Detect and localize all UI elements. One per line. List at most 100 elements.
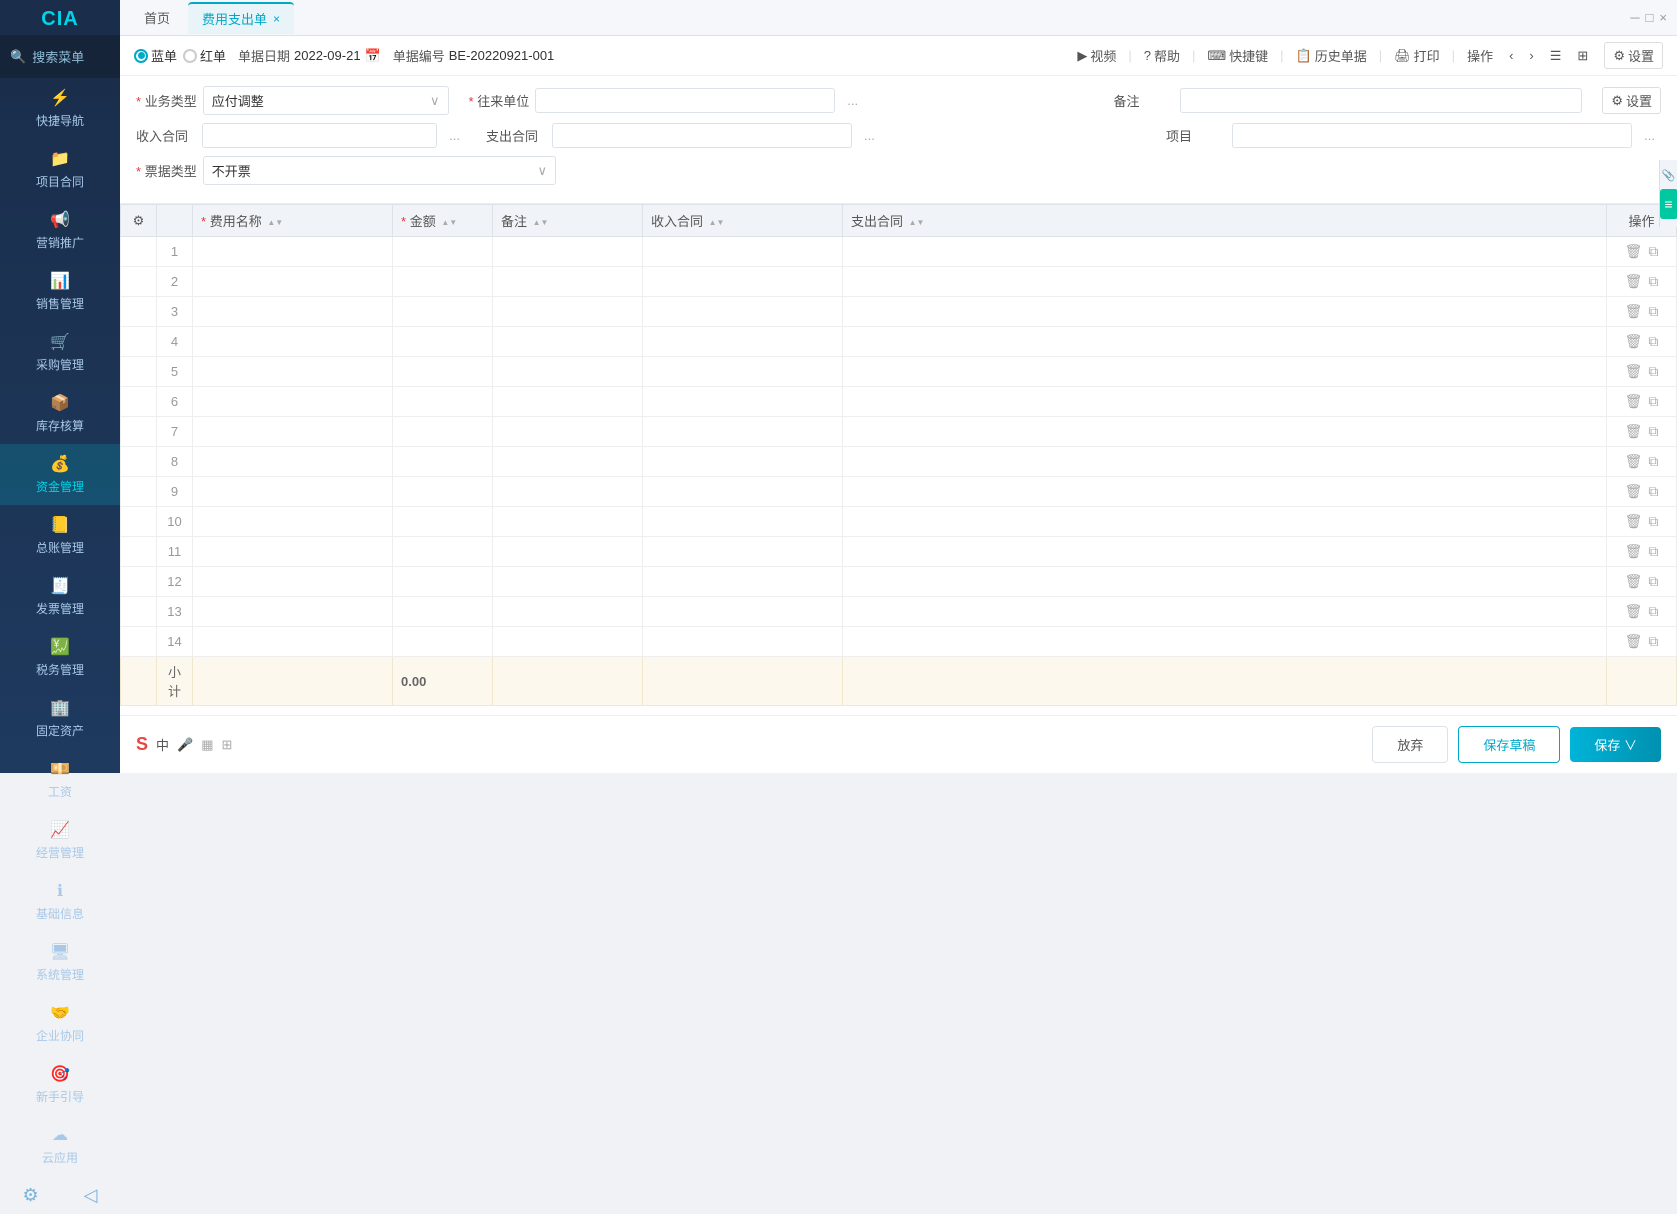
sidebar-item-purchase[interactable]: 🛒 采购管理 <box>0 322 120 383</box>
amount-cell[interactable] <box>393 237 493 267</box>
expense-contract-cell[interactable] <box>843 297 1607 327</box>
settings-button[interactable]: ⚙ 设置 <box>1604 42 1663 69</box>
project-input[interactable] <box>1232 123 1632 148</box>
delete-icon[interactable]: 🗑 <box>1625 243 1643 260</box>
project-ellipsis[interactable]: ... <box>1638 126 1661 145</box>
income-contract-cell[interactable] <box>643 537 843 567</box>
sidebar-item-salary[interactable]: 💴 工资 <box>0 749 120 810</box>
expense-contract-cell[interactable] <box>843 357 1607 387</box>
delete-icon[interactable]: 🗑 <box>1625 303 1643 320</box>
remark-cell[interactable] <box>493 627 643 657</box>
footer-icon-grid2[interactable]: ⊞ <box>222 737 233 753</box>
delete-icon[interactable]: 🗑 <box>1625 423 1643 440</box>
remark-cell[interactable] <box>493 327 643 357</box>
amount-cell[interactable] <box>393 597 493 627</box>
sort-icon4[interactable]: ▲▼ <box>709 218 725 227</box>
view-grid-btn[interactable]: ⊞ <box>1573 46 1592 66</box>
expense-name-cell[interactable] <box>193 267 393 297</box>
amount-cell[interactable] <box>393 357 493 387</box>
income-contract-input[interactable] <box>202 123 437 148</box>
remark-cell[interactable] <box>493 447 643 477</box>
expense-contract-cell[interactable] <box>843 507 1607 537</box>
expense-name-cell[interactable] <box>193 537 393 567</box>
delete-icon[interactable]: 🗑 <box>1625 543 1643 560</box>
sidebar-volume-icon[interactable]: ◁ <box>84 1185 98 1206</box>
amount-cell[interactable] <box>393 387 493 417</box>
col-remark-header[interactable]: 备注 ▲▼ <box>493 205 643 237</box>
income-contract-cell[interactable] <box>643 507 843 537</box>
amount-cell[interactable] <box>393 537 493 567</box>
delete-icon[interactable]: 🗑 <box>1625 363 1643 380</box>
col-expense-name-header[interactable]: * 费用名称 ▲▼ <box>193 205 393 237</box>
shortcut-btn[interactable]: ⌨ 快捷键 <box>1203 44 1272 67</box>
tab-expense[interactable]: 费用支出单 × <box>188 2 294 34</box>
expense-name-cell[interactable] <box>193 507 393 537</box>
save-button[interactable]: 保存 ∨ <box>1570 727 1661 762</box>
remark-cell[interactable] <box>493 267 643 297</box>
history-btn[interactable]: 📋 历史单据 <box>1292 44 1371 67</box>
copy-icon[interactable]: ⧉ <box>1648 393 1658 410</box>
sidebar-item-sales[interactable]: 📊 销售管理 <box>0 261 120 322</box>
sidebar-item-capital[interactable]: 💰 资金管理 <box>0 444 120 505</box>
income-contract-cell[interactable] <box>643 477 843 507</box>
expense-contract-cell[interactable] <box>843 387 1607 417</box>
expense-name-cell[interactable] <box>193 627 393 657</box>
amount-cell[interactable] <box>393 417 493 447</box>
footer-icon-mic[interactable]: 🎤 <box>177 737 193 753</box>
expense-contract-cell[interactable] <box>843 327 1607 357</box>
sort-icon[interactable]: ▲▼ <box>267 218 283 227</box>
amount-cell[interactable] <box>393 267 493 297</box>
income-contract-cell[interactable] <box>643 567 843 597</box>
sidebar-settings-icon[interactable]: ⚙ <box>23 1185 39 1206</box>
copy-icon[interactable]: ⧉ <box>1648 633 1658 650</box>
delete-icon[interactable]: 🗑 <box>1625 633 1643 650</box>
sidebar-item-tax[interactable]: 💹 税务管理 <box>0 627 120 688</box>
remark-cell[interactable] <box>493 387 643 417</box>
copy-icon[interactable]: ⧉ <box>1648 453 1658 470</box>
delete-icon[interactable]: 🗑 <box>1625 483 1643 500</box>
expense-name-cell[interactable] <box>193 417 393 447</box>
sidebar-item-invoice[interactable]: 🧾 发票管理 <box>0 566 120 627</box>
blue-single-radio[interactable]: 蓝单 <box>134 46 177 65</box>
expense-name-cell[interactable] <box>193 387 393 417</box>
sidebar-item-operations[interactable]: 📈 经营管理 <box>0 810 120 871</box>
sidebar-item-fixed-assets[interactable]: 🏢 固定资产 <box>0 688 120 749</box>
right-panel-green-icon[interactable]: ≡ <box>1660 189 1677 219</box>
income-contract-cell[interactable] <box>643 297 843 327</box>
copy-icon[interactable]: ⧉ <box>1648 303 1658 320</box>
sidebar-item-guide[interactable]: 🎯 新手引导 <box>0 1054 120 1115</box>
remark-cell[interactable] <box>493 597 643 627</box>
expense-contract-cell[interactable] <box>843 567 1607 597</box>
amount-cell[interactable] <box>393 297 493 327</box>
save-draft-button[interactable]: 保存草稿 <box>1458 726 1560 763</box>
copy-icon[interactable]: ⧉ <box>1648 513 1658 530</box>
sort-icon5[interactable]: ▲▼ <box>909 218 925 227</box>
delete-icon[interactable]: 🗑 <box>1625 573 1643 590</box>
remark-cell[interactable] <box>493 357 643 387</box>
discard-button[interactable]: 放弃 <box>1372 726 1448 763</box>
footer-icon-table[interactable]: ▦ <box>201 737 213 753</box>
sidebar-item-marketing[interactable]: 📢 营销推广 <box>0 200 120 261</box>
window-maximize-icon[interactable]: □ <box>1646 10 1654 25</box>
copy-icon[interactable]: ⧉ <box>1648 483 1658 500</box>
copy-icon[interactable]: ⧉ <box>1648 273 1658 290</box>
operate-btn[interactable]: 操作 <box>1463 44 1497 67</box>
amount-cell[interactable] <box>393 327 493 357</box>
expense-name-cell[interactable] <box>193 357 393 387</box>
form-settings-btn[interactable]: ⚙ 设置 <box>1602 87 1661 114</box>
expense-contract-cell[interactable] <box>843 477 1607 507</box>
video-btn[interactable]: ▶ 视频 <box>1073 44 1120 67</box>
income-contract-cell[interactable] <box>643 267 843 297</box>
expense-contract-cell[interactable] <box>843 597 1607 627</box>
sidebar-item-base-info[interactable]: ℹ 基础信息 <box>0 871 120 932</box>
expense-name-cell[interactable] <box>193 567 393 597</box>
sidebar-item-cooperation[interactable]: 🤝 企业协同 <box>0 993 120 1054</box>
expense-name-cell[interactable] <box>193 297 393 327</box>
income-contract-cell[interactable] <box>643 627 843 657</box>
col-expense-contract-header[interactable]: 支出合同 ▲▼ <box>843 205 1607 237</box>
sidebar-item-system[interactable]: 🖥 系统管理 <box>0 932 120 993</box>
amount-cell[interactable] <box>393 627 493 657</box>
table-settings-icon[interactable]: ⚙ <box>133 213 145 228</box>
nav-next-btn[interactable]: › <box>1525 46 1537 65</box>
remark-cell[interactable] <box>493 537 643 567</box>
